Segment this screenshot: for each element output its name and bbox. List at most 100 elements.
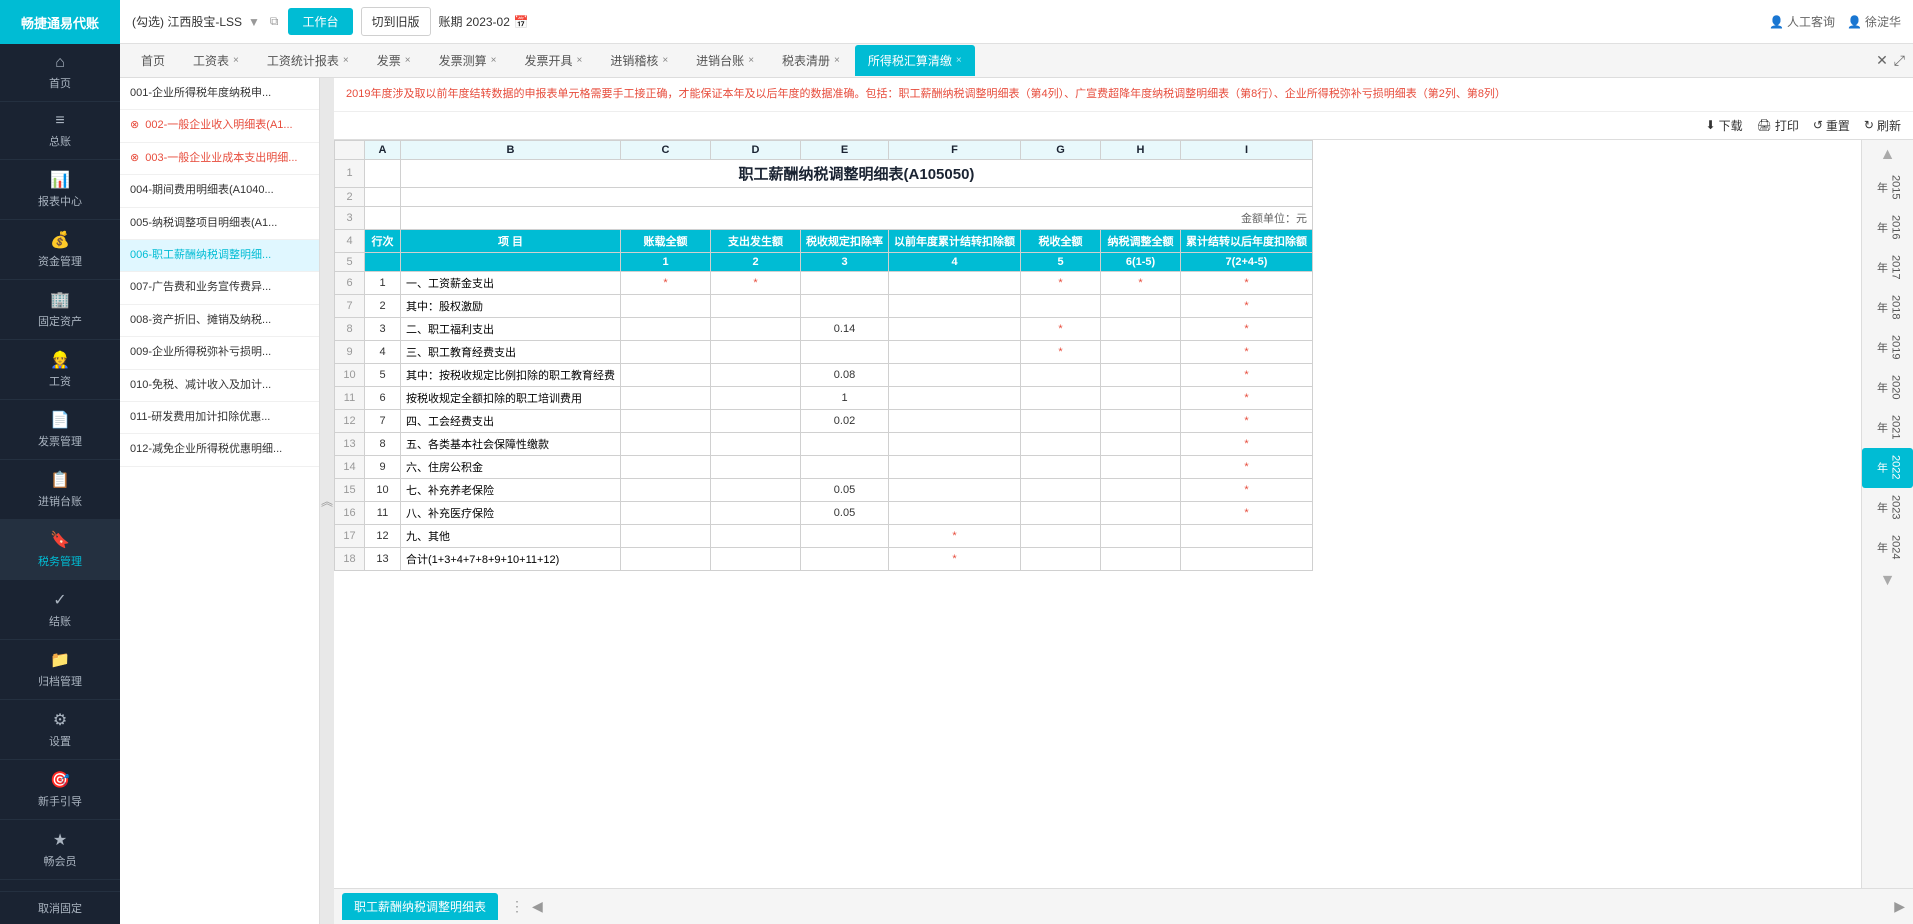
cell-E8[interactable]: 0.14 [801,317,889,340]
year-2017[interactable]: 2017年 [1862,248,1913,288]
tab-salary-close[interactable]: × [233,55,239,66]
sheet-tab[interactable]: 职工薪酬纳税调整明细表 [342,893,498,920]
cell-H18[interactable] [1101,547,1181,570]
cell-H17[interactable] [1101,524,1181,547]
year-2019[interactable]: 2019年 [1862,328,1913,368]
copy-icon[interactable]: ⧉ [270,14,279,29]
cell-E16[interactable]: 0.05 [801,501,889,524]
year-2015[interactable]: 2015年 [1862,168,1913,208]
cell-E10[interactable]: 0.08 [801,363,889,386]
tab-income-tax-close[interactable]: × [956,55,962,66]
cell-G11[interactable] [1021,386,1101,409]
cell-D17[interactable] [711,524,801,547]
back-button[interactable]: 切到旧版 [361,7,431,36]
tab-income-tax[interactable]: 所得税汇算清缴 × [855,45,975,76]
cell-I6[interactable]: * [1181,271,1313,294]
doc-item-012[interactable]: 012-减免企业所得税优惠明细... [120,434,319,466]
tab-maximize-icon[interactable]: ⤢ [1894,52,1905,69]
cell-D14[interactable] [711,455,801,478]
cell-B17[interactable]: 九、其他 [401,524,621,547]
cell-F11[interactable] [889,386,1021,409]
tab-invoice-open[interactable]: 发票开具 × [511,45,595,76]
cell-I10[interactable]: * [1181,363,1313,386]
cell-G13[interactable] [1021,432,1101,455]
cell-I14[interactable]: * [1181,455,1313,478]
period-selector[interactable]: 账期 2023-02 📅 [439,13,529,30]
cell-B9[interactable]: 三、职工教育经费支出 [401,340,621,363]
cell-E9[interactable] [801,340,889,363]
cell-B6[interactable]: 一、工资薪金支出 [401,271,621,294]
cell-D9[interactable] [711,340,801,363]
doc-item-010[interactable]: 010-免税、减计收入及加计... [120,370,319,402]
cell-A18[interactable]: 13 [365,547,401,570]
cell-E13[interactable] [801,432,889,455]
year-2020[interactable]: 2020年 [1862,368,1913,408]
cell-F15[interactable] [889,478,1021,501]
cell-I18[interactable] [1181,547,1313,570]
cell-F6[interactable] [889,271,1021,294]
sidebar-item-tax[interactable]: 🔖 税务管理 [0,520,120,580]
year-2021[interactable]: 2021年 [1862,408,1913,448]
cell-G9[interactable]: * [1021,340,1101,363]
cell-F12[interactable] [889,409,1021,432]
spreadsheet-main[interactable]: A B C D E F G H I [334,140,1861,889]
cell-A10[interactable]: 5 [365,363,401,386]
tab-invoice[interactable]: 发票 × [364,45,424,76]
tab-invoice-calc[interactable]: 发票测算 × [426,45,510,76]
cell-H15[interactable] [1101,478,1181,501]
tab-close-all-icon[interactable]: ✕ [1876,52,1888,69]
tab-invoice-open-close[interactable]: × [576,55,582,66]
cell-G14[interactable] [1021,455,1101,478]
cell-E12[interactable]: 0.02 [801,409,889,432]
tab-purchase-ledger-close[interactable]: × [748,55,754,66]
cell-A8[interactable]: 3 [365,317,401,340]
cell-F10[interactable] [889,363,1021,386]
year-2022[interactable]: 2022年 [1862,448,1913,488]
cell-C13[interactable] [621,432,711,455]
cell-H6[interactable]: * [1101,271,1181,294]
workbench-button[interactable]: 工作台 [288,8,352,35]
cell-B18[interactable]: 合计(1+3+4+7+8+9+10+11+12) [401,547,621,570]
cell-H9[interactable] [1101,340,1181,363]
cell-H14[interactable] [1101,455,1181,478]
tab-purchase-check[interactable]: 进销稽核 × [597,45,681,76]
cell-H11[interactable] [1101,386,1181,409]
cell-C9[interactable] [621,340,711,363]
cell-G7[interactable] [1021,294,1101,317]
sidebar-item-archive[interactable]: 📁 归档管理 [0,640,120,700]
cell-C10[interactable] [621,363,711,386]
cell-D16[interactable] [711,501,801,524]
cell-G17[interactable] [1021,524,1101,547]
cell-G18[interactable] [1021,547,1101,570]
sidebar-item-invoice[interactable]: 📄 发票管理 [0,400,120,460]
cell-A13[interactable]: 8 [365,432,401,455]
doc-item-002[interactable]: ⊗ 002-一般企业收入明细表(A1... [120,110,319,142]
cell-F8[interactable] [889,317,1021,340]
scroll-right-icon[interactable]: ▶ [1894,898,1905,915]
cell-E7[interactable] [801,294,889,317]
refresh-button[interactable]: ↻ 刷新 [1864,117,1901,134]
cell-E11[interactable]: 1 [801,386,889,409]
cell-C16[interactable] [621,501,711,524]
cell-B8[interactable]: 二、职工福利支出 [401,317,621,340]
cell-E18[interactable] [801,547,889,570]
cell-I11[interactable]: * [1181,386,1313,409]
cell-I13[interactable]: * [1181,432,1313,455]
collapse-panel-handle[interactable]: 《 [320,78,334,924]
doc-item-006[interactable]: 006-职工薪酬纳税调整明细... [120,240,319,272]
cell-A14[interactable]: 9 [365,455,401,478]
tab-invoice-calc-close[interactable]: × [491,55,497,66]
cell-C14[interactable] [621,455,711,478]
cell-F16[interactable] [889,501,1021,524]
cell-C7[interactable] [621,294,711,317]
sidebar-item-member[interactable]: ★ 畅会员 [0,820,120,880]
cell-C6[interactable]: * [621,271,711,294]
tab-purchase-ledger[interactable]: 进销台账 × [683,45,767,76]
cell-D11[interactable] [711,386,801,409]
cell-I17[interactable] [1181,524,1313,547]
cell-A15[interactable]: 10 [365,478,401,501]
cell-G16[interactable] [1021,501,1101,524]
cell-B16[interactable]: 八、补充医疗保险 [401,501,621,524]
tab-salary[interactable]: 工资表 × [180,45,252,76]
cell-A12[interactable]: 7 [365,409,401,432]
